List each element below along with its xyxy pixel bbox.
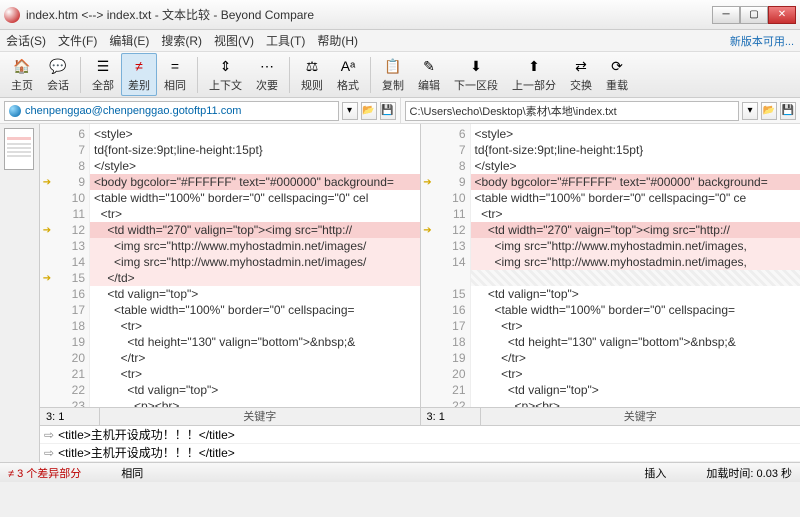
menu-edit[interactable]: 编辑(E) xyxy=(109,32,149,49)
close-button[interactable]: ✕ xyxy=(768,6,796,24)
menu-help[interactable]: 帮助(H) xyxy=(317,32,358,49)
right-dropdown-button[interactable]: ▾ xyxy=(742,102,758,120)
left-save-button[interactable]: 💾 xyxy=(380,102,396,120)
arrow-icon: ⇨ xyxy=(44,428,54,442)
session-button[interactable]: 💬会话 xyxy=(40,53,76,96)
minimize-button[interactable]: ─ xyxy=(712,6,740,24)
statusbar: 3 个差异部分 相同 插入 加载时间: 0.03 秒 xyxy=(0,462,800,482)
right-code-pane[interactable]: ➔➔➔ 678910111213141516171819202122232425… xyxy=(421,124,800,407)
nextsec-button[interactable]: ⬇下一区段 xyxy=(447,53,505,96)
reload-icon: ⟳ xyxy=(607,56,627,76)
thumbnail[interactable] xyxy=(4,128,34,170)
search-result-row[interactable]: ⇨<title>主机开设成功！！！</title> xyxy=(40,444,800,462)
right-position: 3: 1 xyxy=(421,408,481,425)
same-button[interactable]: =相同 xyxy=(157,53,193,96)
context-icon: ⇕ xyxy=(216,56,236,76)
rules-icon: ⚖ xyxy=(302,56,322,76)
all-button[interactable]: ☰全部 xyxy=(85,53,121,96)
titlebar: index.htm <--> index.txt - 文本比较 - Beyond… xyxy=(0,0,800,30)
diff-icon: ≠ xyxy=(129,56,149,76)
same-icon: = xyxy=(165,56,185,76)
edit-button[interactable]: ✎编辑 xyxy=(411,53,447,96)
menu-file[interactable]: 文件(F) xyxy=(58,32,97,49)
minor-icon: ⋯ xyxy=(257,56,277,76)
maximize-button[interactable]: ▢ xyxy=(740,6,768,24)
copy-button[interactable]: 📋复制 xyxy=(375,53,411,96)
home-button[interactable]: 🏠主页 xyxy=(4,53,40,96)
diff-button[interactable]: ≠差别 xyxy=(121,53,157,96)
status-diffcount: 3 个差异部分 xyxy=(8,465,81,481)
menu-search[interactable]: 搜索(R) xyxy=(161,32,202,49)
copy-icon: 📋 xyxy=(383,56,403,76)
app-icon xyxy=(4,7,20,23)
rules-button[interactable]: ⚖规则 xyxy=(294,53,330,96)
update-link[interactable]: 新版本可用... xyxy=(730,33,794,49)
reload-button[interactable]: ⟳重载 xyxy=(599,53,635,96)
all-icon: ☰ xyxy=(93,56,113,76)
globe-icon xyxy=(9,105,21,117)
status-same: 相同 xyxy=(121,465,143,481)
session-icon: 💬 xyxy=(48,56,68,76)
thumbnail-column xyxy=(0,124,40,462)
toolbar: 🏠主页 💬会话 ☰全部 ≠差别 =相同 ⇕上下文 ⋯次要 ⚖规则 Aᵃ格式 📋复… xyxy=(0,52,800,98)
left-keyword-label: 关键字 xyxy=(100,408,420,425)
pathbar: chenpenggao@chenpenggao.gotoftp11.com ▾ … xyxy=(0,98,800,124)
search-result-row[interactable]: ⇨<title>主机开设成功！！！</title> xyxy=(40,426,800,444)
format-icon: Aᵃ xyxy=(338,56,358,76)
right-keyword-label: 关键字 xyxy=(481,408,800,425)
prevpart-button[interactable]: ⬆上一部分 xyxy=(505,53,563,96)
arrow-icon: ⇨ xyxy=(44,446,54,460)
edit-icon: ✎ xyxy=(419,56,439,76)
window-title: index.htm <--> index.txt - 文本比较 - Beyond… xyxy=(26,6,712,23)
right-open-button[interactable]: 📂 xyxy=(761,102,777,120)
menu-tools[interactable]: 工具(T) xyxy=(266,32,305,49)
home-icon: 🏠 xyxy=(12,56,32,76)
context-button[interactable]: ⇕上下文 xyxy=(202,53,249,96)
left-position: 3: 1 xyxy=(40,408,100,425)
left-path-input[interactable]: chenpenggao@chenpenggao.gotoftp11.com xyxy=(4,101,339,121)
menubar: 会话(S) 文件(F) 编辑(E) 搜索(R) 视图(V) 工具(T) 帮助(H… xyxy=(0,30,800,52)
status-loadtime: 加载时间: 0.03 秒 xyxy=(706,465,792,481)
right-path-input[interactable]: C:\Users\echo\Desktop\素材\本地\index.txt xyxy=(405,101,740,121)
swap-icon: ⇄ xyxy=(571,56,591,76)
right-save-button[interactable]: 💾 xyxy=(780,102,796,120)
status-insert: 插入 xyxy=(644,465,666,481)
search-results-pane: ⇨<title>主机开设成功！！！</title> ⇨<title>主机开设成功… xyxy=(40,425,800,462)
left-dropdown-button[interactable]: ▾ xyxy=(342,102,358,120)
swap-button[interactable]: ⇄交换 xyxy=(563,53,599,96)
left-open-button[interactable]: 📂 xyxy=(361,102,377,120)
menu-session[interactable]: 会话(S) xyxy=(6,32,46,49)
left-code-pane[interactable]: ➔➔➔➔ 67891011121314151617181920212223242… xyxy=(40,124,421,407)
menu-view[interactable]: 视图(V) xyxy=(214,32,254,49)
up-icon: ⬆ xyxy=(524,56,544,76)
minor-button[interactable]: ⋯次要 xyxy=(249,53,285,96)
down-icon: ⬇ xyxy=(466,56,486,76)
format-button[interactable]: Aᵃ格式 xyxy=(330,53,366,96)
